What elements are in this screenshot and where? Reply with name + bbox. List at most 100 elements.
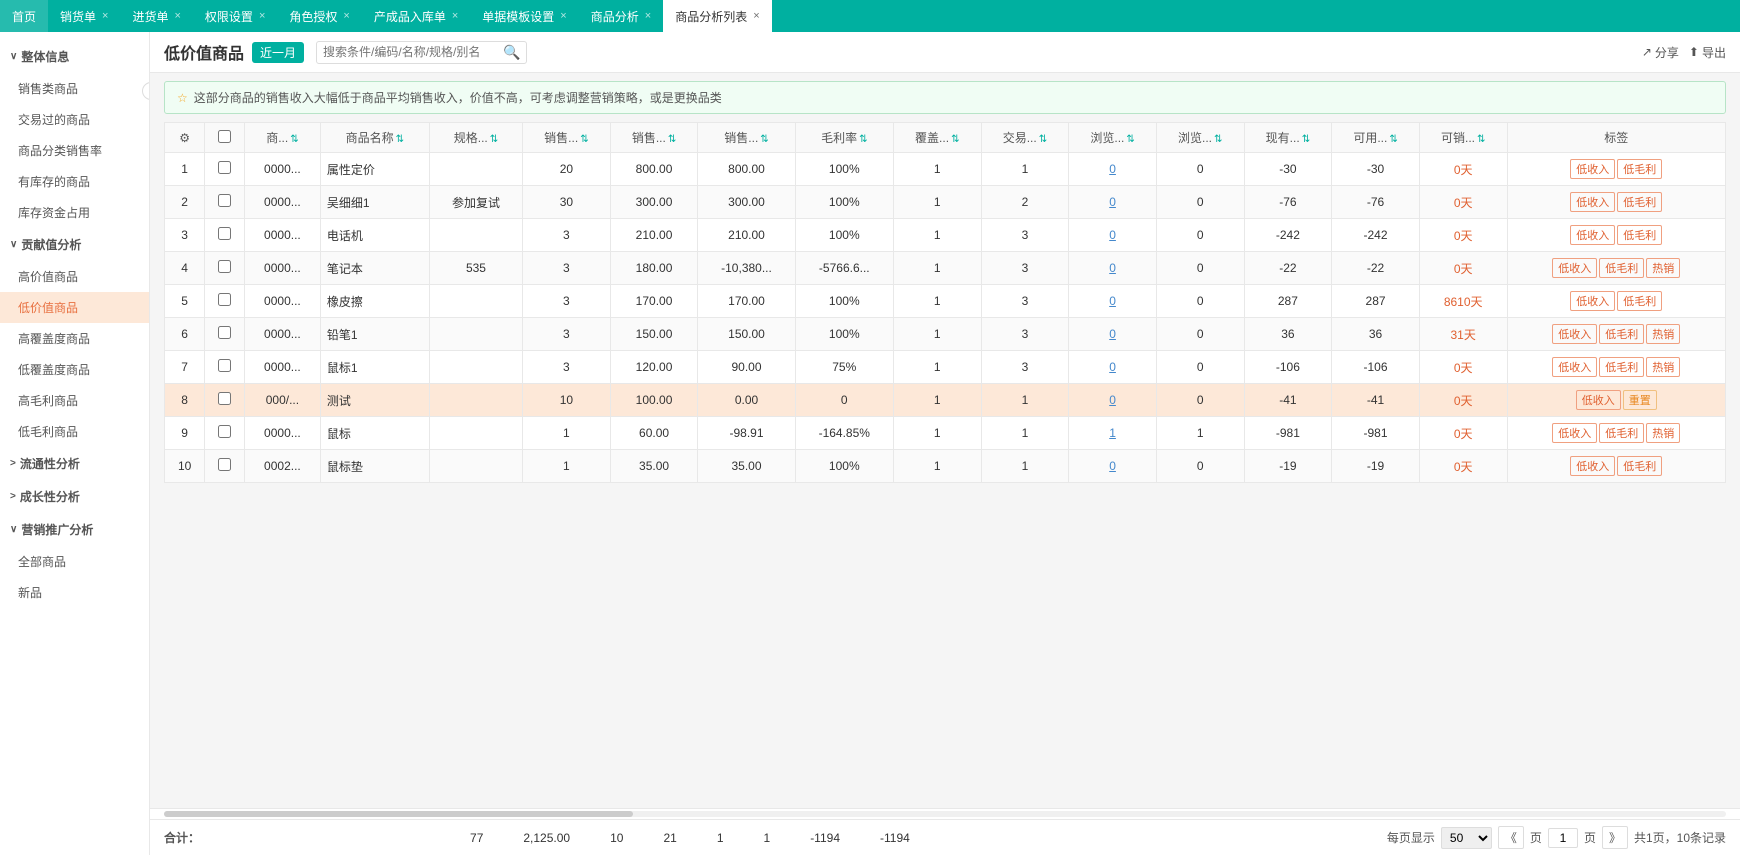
period-button[interactable]: 近一月 [252,42,304,63]
sidebar-item-category-rate[interactable]: 商品分类销售率 [0,135,149,166]
close-icon[interactable]: × [174,10,180,22]
row-checkbox[interactable] [218,227,231,240]
nav-product-analysis[interactable]: 商品分析 × [579,0,663,32]
row-days: 0天 [1419,417,1507,450]
th-current[interactable]: 现有...⇅ [1244,123,1332,153]
sidebar-item-traded-goods[interactable]: 交易过的商品 [0,104,149,135]
first-page-button[interactable]: 《 [1498,826,1524,849]
sidebar-item-low-value[interactable]: 低价值商品 [0,292,149,323]
sidebar-group-contribution[interactable]: ∨ 贡献值分析 [0,228,149,261]
row-check[interactable] [205,450,245,483]
th-sales-profit[interactable]: 销售...⇅ [698,123,795,153]
row-checkbox[interactable] [218,326,231,339]
nav-product-entry[interactable]: 产成品入库单 × [362,0,470,32]
row-checkbox[interactable] [218,293,231,306]
nav-roles[interactable]: 角色授权 × [277,0,361,32]
share-button[interactable]: ↗ 分享 [1642,44,1679,61]
close-icon[interactable]: × [102,10,108,22]
nav-template-settings[interactable]: 单据模板设置 × [470,0,578,32]
th-spec[interactable]: 规格...⇅ [429,123,522,153]
row-check[interactable] [205,219,245,252]
browse-link[interactable]: 0 [1109,294,1116,308]
select-all-checkbox[interactable] [218,130,231,143]
sidebar-item-all-goods[interactable]: 全部商品 [0,546,149,577]
th-check[interactable] [205,123,245,153]
total-browse2: 1 [764,831,771,845]
row-checkbox[interactable] [218,359,231,372]
horizontal-scrollbar[interactable] [164,811,1726,817]
row-checkbox[interactable] [218,161,231,174]
close-icon[interactable]: × [343,10,349,22]
th-saleable[interactable]: 可销...⇅ [1419,123,1507,153]
row-checkbox[interactable] [218,260,231,273]
nav-home[interactable]: 首页 [0,0,48,32]
export-button[interactable]: ⬆ 导出 [1689,44,1726,61]
nav-permissions[interactable]: 权限设置 × [193,0,277,32]
nav-sales[interactable]: 销货单 × [48,0,120,32]
th-margin[interactable]: 毛利率⇅ [795,123,893,153]
row-check[interactable] [205,384,245,417]
row-check[interactable] [205,285,245,318]
nav-purchase[interactable]: 进货单 × [120,0,192,32]
th-tags[interactable]: 标签 [1507,123,1725,153]
browse-link[interactable]: 0 [1109,228,1116,242]
top-nav: 首页 销货单 × 进货单 × 权限设置 × 角色授权 × 产成品入库单 × 单据… [0,0,1740,32]
row-no: 5 [165,285,205,318]
close-icon[interactable]: × [753,10,759,22]
th-name[interactable]: 商品名称⇅ [320,123,429,153]
browse-link[interactable]: 0 [1109,261,1116,275]
th-coverage[interactable]: 覆盖...⇅ [893,123,981,153]
th-browse2[interactable]: 浏览...⇅ [1156,123,1244,153]
sidebar-item-stock-goods[interactable]: 有库存的商品 [0,166,149,197]
th-code[interactable]: 商...⇅ [244,123,320,153]
browse-link[interactable]: 0 [1109,360,1116,374]
row-check[interactable] [205,318,245,351]
sidebar-item-low-margin[interactable]: 低毛利商品 [0,416,149,447]
next-page-button[interactable]: 》 [1602,826,1628,849]
th-browse1[interactable]: 浏览...⇅ [1069,123,1157,153]
close-icon[interactable]: × [452,10,458,22]
row-check[interactable] [205,153,245,186]
row-check[interactable] [205,351,245,384]
close-icon[interactable]: × [645,10,651,22]
th-sales-qty[interactable]: 销售...⇅ [523,123,611,153]
th-sales-amount[interactable]: 销售...⇅ [610,123,698,153]
sidebar-item-new-goods[interactable]: 新品 [0,577,149,608]
sidebar-item-stock-funds[interactable]: 库存资金占用 [0,197,149,228]
per-page-select[interactable]: 50 100 200 [1441,827,1492,849]
row-check[interactable] [205,417,245,450]
row-check[interactable] [205,186,245,219]
th-trade[interactable]: 交易...⇅ [981,123,1069,153]
sidebar-item-high-value[interactable]: 高价值商品 [0,261,149,292]
th-available[interactable]: 可用...⇅ [1332,123,1420,153]
sidebar-item-sales-goods[interactable]: 销售类商品 [0,73,149,104]
browse-link[interactable]: 0 [1109,162,1116,176]
close-icon[interactable]: × [259,10,265,22]
sidebar-group-overall[interactable]: ∨ 整体信息 [0,40,149,73]
row-checkbox[interactable] [218,458,231,471]
sort-icon: ⇅ [490,134,498,145]
sidebar-item-high-coverage[interactable]: 高覆盖度商品 [0,323,149,354]
row-check[interactable] [205,252,245,285]
browse-link[interactable]: 0 [1109,459,1116,473]
close-icon[interactable]: × [560,10,566,22]
browse-link[interactable]: 0 [1109,393,1116,407]
sidebar-item-low-coverage[interactable]: 低覆盖度商品 [0,354,149,385]
browse-link[interactable]: 0 [1109,327,1116,341]
sidebar-group-circulation[interactable]: > 流通性分析 [0,447,149,480]
tag: 热销 [1646,258,1680,278]
page-number-input[interactable] [1548,828,1578,848]
search-input[interactable] [323,45,503,59]
row-checkbox[interactable] [218,392,231,405]
th-settings[interactable]: ⚙ [165,123,205,153]
sidebar-group-growth[interactable]: > 成长性分析 [0,480,149,513]
browse-link[interactable]: 1 [1109,426,1116,440]
sidebar-item-high-margin[interactable]: 高毛利商品 [0,385,149,416]
search-icon[interactable]: 🔍 [503,44,520,61]
row-checkbox[interactable] [218,194,231,207]
nav-product-analysis-list[interactable]: 商品分析列表 × [663,0,771,32]
sidebar-group-marketing[interactable]: ∨ 营销推广分析 [0,513,149,546]
browse-link[interactable]: 0 [1109,195,1116,209]
scrollbar-thumb[interactable] [164,811,633,817]
row-checkbox[interactable] [218,425,231,438]
